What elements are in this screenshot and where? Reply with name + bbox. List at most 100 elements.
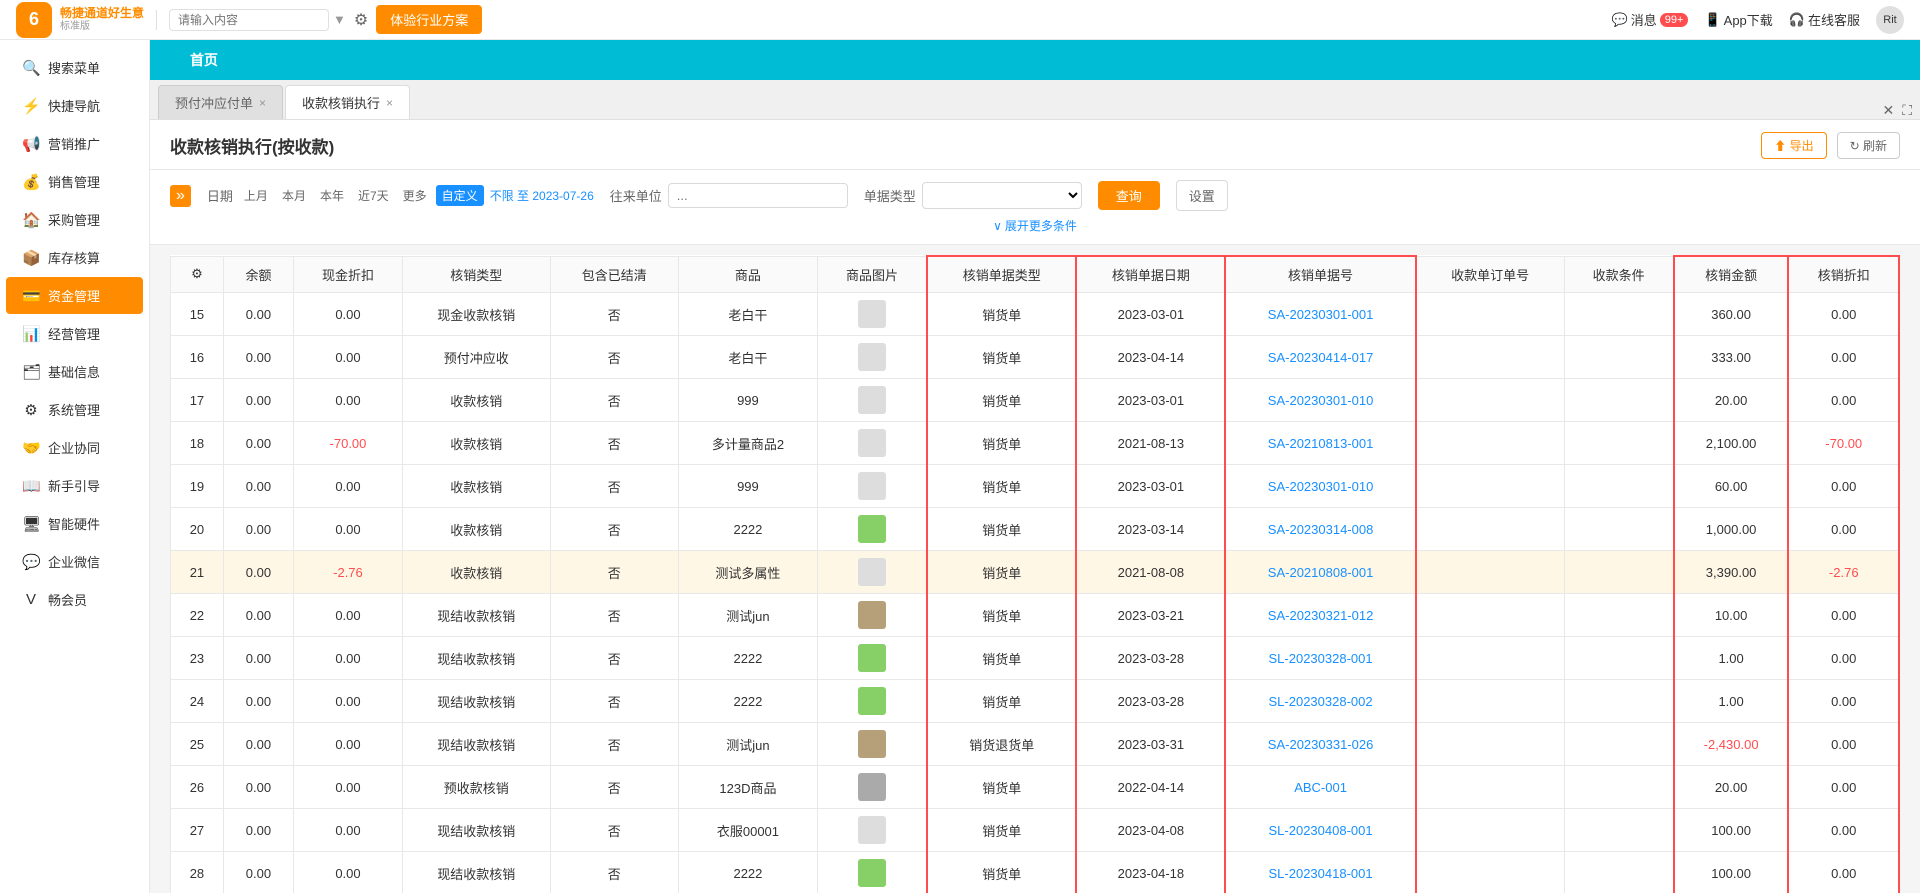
messages-button[interactable]: 💬 消息 99+ — [1612, 10, 1689, 29]
tab-receipt[interactable]: 收款核销执行 × — [285, 85, 410, 119]
cell-cancel_doc_no[interactable]: SA-20230301-010 — [1225, 379, 1415, 422]
nav-home[interactable]: 首页 — [170, 40, 238, 80]
setting-button[interactable]: 设置 — [1176, 180, 1228, 211]
cell-cancel_doc_no[interactable]: SL-20230328-001 — [1225, 637, 1415, 680]
sidebar-item-capital[interactable]: 💳资金管理 — [6, 277, 143, 314]
search-input[interactable] — [169, 9, 329, 31]
cell-cancel_doc_no[interactable]: SA-20230331-026 — [1225, 723, 1415, 766]
close-window-button[interactable]: ✕ — [1882, 102, 1894, 119]
cell-include_settled: 否 — [550, 508, 678, 551]
cell-balance: 0.00 — [223, 293, 293, 336]
expand-more-button[interactable]: ∨ 展开更多条件 — [993, 217, 1077, 234]
page-title: 收款核销执行(按收款) — [170, 133, 334, 158]
expand-icon[interactable]: » — [170, 185, 191, 207]
cell-balance: 0.00 — [223, 465, 293, 508]
sidebar-item-basic-info[interactable]: 🗂基础信息 — [6, 353, 143, 390]
cell-cancel_doc_no[interactable]: SA-20230301-001 — [1225, 293, 1415, 336]
query-button[interactable]: 查询 — [1098, 181, 1160, 210]
sidebar-item-purchase[interactable]: 🏠采购管理 — [6, 201, 143, 238]
table-container[interactable]: ⚙余额现金折扣核销类型包含已结清商品商品图片核销单据类型核销单据日期核销单据号收… — [150, 245, 1920, 893]
cell-include_settled: 否 — [550, 680, 678, 723]
date-more-btn[interactable]: 更多 — [398, 185, 432, 206]
hardware-icon: 🖥 — [22, 515, 40, 533]
cell-cancel_amount: 100.00 — [1674, 809, 1789, 852]
settings-gear-icon[interactable]: ⚙ — [354, 10, 368, 30]
cell-cancel_doc_no[interactable]: SL-20230418-001 — [1225, 852, 1415, 893]
cell-cancel_doc_no[interactable]: SA-20230301-010 — [1225, 465, 1415, 508]
tab-prepay-close-icon[interactable]: × — [259, 96, 266, 110]
cell-product: 测试jun — [678, 723, 817, 766]
cell-product: 老白干 — [678, 336, 817, 379]
cell-cancel_doc_no[interactable]: SA-20210813-001 — [1225, 422, 1415, 465]
user-avatar[interactable]: Rit — [1876, 6, 1904, 34]
cell-receipt_order_no — [1416, 465, 1564, 508]
cell-no: 16 — [171, 336, 224, 379]
export-button[interactable]: ⬆ 导出 — [1761, 132, 1826, 159]
cell-cancel_discount: 0.00 — [1788, 723, 1899, 766]
product-image — [858, 343, 886, 371]
cell-cancel_doc_no[interactable]: SA-20230414-017 — [1225, 336, 1415, 379]
sidebar-item-enterprise[interactable]: 🤝企业协同 — [6, 429, 143, 466]
maximize-window-button[interactable]: ⛶ — [1902, 102, 1912, 119]
sidebar-item-operations[interactable]: 📊经营管理 — [6, 315, 143, 352]
online-service-button[interactable]: 🎧 在线客服 — [1789, 10, 1860, 29]
cell-receipt_order_no — [1416, 809, 1564, 852]
refresh-button[interactable]: ↻ 刷新 — [1837, 132, 1900, 159]
col-header-receipt_order_no: 收款单订单号 — [1416, 256, 1564, 293]
cell-product_img — [817, 680, 927, 723]
sidebar-item-quick-nav[interactable]: ⚡快捷导航 — [6, 87, 143, 124]
cell-receipt_condition — [1564, 465, 1674, 508]
product-image — [858, 601, 886, 629]
table-row: 230.000.00现结收款核销否2222销货单2023-03-28SL-202… — [171, 637, 1900, 680]
sidebar-item-search-menu[interactable]: 🔍搜索菜单 — [6, 49, 143, 86]
cell-cancel_type: 现结收款核销 — [402, 637, 550, 680]
partner-input[interactable] — [668, 183, 848, 208]
cell-cancel_doc_date: 2023-04-18 — [1076, 852, 1225, 893]
cell-cancel_type: 现结收款核销 — [402, 723, 550, 766]
table-header: ⚙余额现金折扣核销类型包含已结清商品商品图片核销单据类型核销单据日期核销单据号收… — [171, 256, 1900, 293]
cell-cancel_doc_no[interactable]: SA-20210808-001 — [1225, 551, 1415, 594]
cell-product_img — [817, 551, 927, 594]
cell-cancel_discount: 0.00 — [1788, 336, 1899, 379]
sidebar-item-guide[interactable]: 📖新手引导 — [6, 467, 143, 504]
cell-balance: 0.00 — [223, 379, 293, 422]
cell-no: 24 — [171, 680, 224, 723]
sidebar-item-sales[interactable]: 💰销售管理 — [6, 163, 143, 200]
col-header-cancel_discount: 核销折扣 — [1788, 256, 1899, 293]
date-custom-btn[interactable]: 自定义 — [436, 185, 484, 206]
sidebar-item-wechat[interactable]: 💬企业微信 — [6, 543, 143, 580]
cell-cancel_doc_date: 2021-08-08 — [1076, 551, 1225, 594]
cell-cancel_type: 现结收款核销 — [402, 852, 550, 893]
cell-cancel_doc_no[interactable]: SA-20230321-012 — [1225, 594, 1415, 637]
sidebar-item-member[interactable]: V畅会员 — [6, 581, 143, 618]
doc-type-select[interactable] — [922, 182, 1082, 209]
industry-solution-button[interactable]: 体验行业方案 — [376, 5, 482, 34]
sidebar-item-inventory[interactable]: 📦库存核算 — [6, 239, 143, 276]
date-prev-month-btn[interactable]: 上月 — [239, 185, 273, 206]
col-header-balance: 余额 — [223, 256, 293, 293]
cell-balance: 0.00 — [223, 336, 293, 379]
tab-receipt-close-icon[interactable]: × — [386, 96, 393, 110]
tab-prepay[interactable]: 预付冲应付单 × — [158, 85, 283, 119]
cell-cancel_doc_no[interactable]: SL-20230328-002 — [1225, 680, 1415, 723]
app-topbar: 6 畅捷通道好生意 标准版 ▼ ⚙ 体验行业方案 💬 消息 99+ 📱 App下… — [0, 0, 1920, 40]
sidebar-item-system[interactable]: ⚙系统管理 — [6, 391, 143, 428]
sidebar-item-marketing[interactable]: 📢营销推广 — [6, 125, 143, 162]
date-this-month-btn[interactable]: 本月 — [277, 185, 311, 206]
cell-include_settled: 否 — [550, 594, 678, 637]
date-this-year-btn[interactable]: 本年 — [315, 185, 349, 206]
cell-cash_discount: 0.00 — [294, 723, 403, 766]
sidebar-item-hardware[interactable]: 🖥智能硬件 — [6, 505, 143, 542]
cell-cancel_discount: 0.00 — [1788, 465, 1899, 508]
dropdown-arrow-icon[interactable]: ▼ — [333, 12, 346, 27]
cell-receipt_order_no — [1416, 852, 1564, 893]
cell-cancel_doc_no[interactable]: SL-20230408-001 — [1225, 809, 1415, 852]
cell-cancel_doc_no[interactable]: ABC-001 — [1225, 766, 1415, 809]
cell-no: 26 — [171, 766, 224, 809]
date-last-7-days-btn[interactable]: 近7天 — [353, 185, 394, 206]
sidebar-item-label: 新手引导 — [48, 476, 100, 495]
cell-cancel_doc_no[interactable]: SA-20230314-008 — [1225, 508, 1415, 551]
cell-product_img — [817, 465, 927, 508]
app-download-button[interactable]: 📱 App下载 — [1704, 10, 1772, 29]
sidebar-item-label: 库存核算 — [48, 248, 100, 267]
